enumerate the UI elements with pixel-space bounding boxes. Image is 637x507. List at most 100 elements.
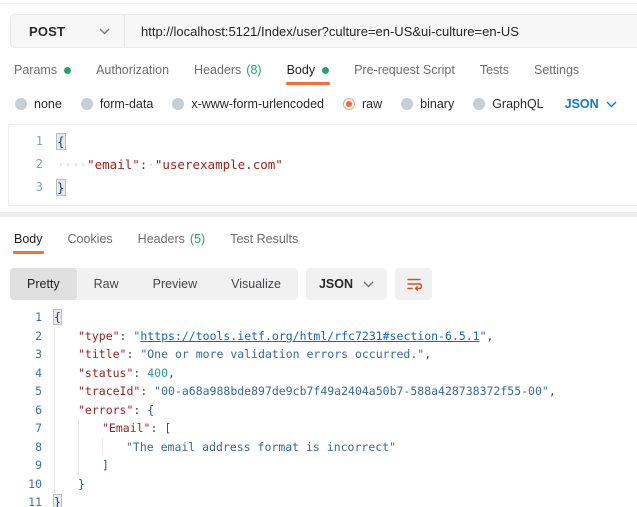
code-token: "The email address format is incorrect"	[126, 439, 397, 454]
view-pretty[interactable]: Pretty	[10, 268, 77, 300]
code-token: "errors"	[78, 402, 134, 417]
code-content: }	[57, 176, 65, 199]
response-view-switcher: Pretty Raw Preview Visualize	[10, 268, 298, 300]
mode-label: none	[34, 97, 62, 111]
request-body-editor[interactable]: 1{2 ····"email":·"userexample.com" 3}	[8, 124, 637, 206]
response-language-label: JSON	[318, 277, 353, 291]
indent-guide	[54, 363, 78, 382]
radio-icon	[401, 98, 414, 110]
mode-label: GraphQL	[492, 97, 544, 111]
line-number: 3	[35, 180, 43, 194]
method-dropdown[interactable]: POST	[11, 15, 124, 47]
mode-label: x-www-form-urlencoded	[191, 97, 324, 111]
raw-language-label: JSON	[564, 97, 599, 111]
mode-raw[interactable]: raw	[343, 97, 382, 111]
indent-guide	[54, 474, 78, 493]
response-language-dropdown[interactable]: JSON	[305, 268, 387, 300]
response-toolbar: Pretty Raw Preview Visualize JSON	[10, 268, 637, 300]
mode-x-www-form-urlencoded[interactable]: x-www-form-urlencoded	[172, 97, 324, 111]
tab-pre-request-script[interactable]: Pre-request Script	[354, 63, 455, 85]
code-line: 2 "type": "https://tools.ietf.org/html/rf…	[0, 326, 637, 345]
code-token: "status"	[78, 365, 134, 380]
code-content: "status": 400,	[54, 363, 175, 382]
response-body-viewer: 1{2 "type": "https://tools.ietf.org/html/…	[0, 308, 637, 507]
wrap-lines-button[interactable]	[395, 268, 432, 300]
indent-guide	[78, 456, 102, 475]
code-token: {	[54, 310, 61, 324]
indent-guide	[54, 419, 78, 438]
code-token: ····	[57, 157, 88, 172]
code-line: 8 "The email address format is incorrect"	[0, 437, 637, 456]
response-tab-cookies[interactable]: Cookies	[68, 232, 113, 254]
method-label: POST	[29, 23, 66, 39]
code-token: ,	[486, 328, 494, 343]
mode-label: form-data	[99, 97, 154, 111]
code-line: 1{	[9, 130, 637, 153]
code-content: "Email": [	[54, 419, 171, 438]
mode-binary[interactable]: binary	[401, 97, 454, 111]
code-token: :	[119, 328, 134, 343]
code-token: ,	[548, 384, 556, 398]
mode-none[interactable]: none	[15, 97, 62, 111]
code-content: {	[57, 130, 65, 153]
mode-label: binary	[420, 97, 455, 111]
code-line: 3}	[9, 176, 637, 199]
url-input[interactable]: http://localhost:5121/Index/user?culture…	[125, 15, 637, 47]
view-visualize[interactable]: Visualize	[214, 268, 298, 300]
code-token: ]	[102, 458, 109, 472]
code-token: "traceId"	[78, 384, 141, 398]
tab-label: Cookies	[67, 232, 113, 246]
code-token: {	[147, 402, 155, 417]
code-token: :	[140, 384, 155, 398]
view-preview[interactable]: Preview	[136, 268, 214, 300]
radio-icon	[343, 98, 355, 110]
chevron-down-icon	[606, 101, 617, 107]
radio-icon	[80, 98, 93, 110]
code-token: ,	[168, 365, 175, 380]
tab-label: Pre-request Script	[354, 63, 455, 77]
tab-body[interactable]: Body	[285, 63, 330, 85]
tab-label: Headers	[137, 232, 185, 246]
response-tab-test-results[interactable]: Test Results	[230, 232, 298, 254]
view-raw[interactable]: Raw	[77, 268, 136, 300]
radio-icon	[172, 98, 185, 110]
line-number: 5	[35, 384, 42, 398]
response-tab-body[interactable]: Body	[13, 232, 43, 254]
code-token: "userexample.com"	[154, 157, 283, 172]
line-number: 6	[35, 402, 42, 417]
indent-guide	[54, 456, 78, 475]
code-line: 1{	[0, 308, 637, 327]
code-content: "traceId": "00-a68a988bde897de9cb7f49a24…	[54, 382, 556, 401]
tab-count: (8)	[246, 63, 262, 77]
indent-guide	[54, 382, 78, 401]
response-tab-headers[interactable]: Headers (5)	[138, 232, 206, 254]
tab-params[interactable]: Params	[14, 63, 72, 85]
line-number: 2	[35, 157, 43, 171]
code-token: :	[133, 402, 148, 417]
line-number: 1	[35, 310, 42, 324]
code-token: 400	[147, 365, 169, 380]
code-line: 4 "status": 400,	[0, 363, 637, 382]
code-content: }	[54, 493, 61, 507]
mode-label: raw	[362, 97, 383, 111]
code-line: 10}	[0, 474, 637, 493]
mode-form-data[interactable]: form-data	[80, 97, 154, 111]
tab-authorization[interactable]: Authorization	[96, 63, 169, 85]
raw-language-dropdown[interactable]: JSON	[565, 97, 617, 111]
indent-guide	[102, 437, 126, 456]
code-token: "email"	[87, 157, 140, 172]
code-token: :	[150, 421, 165, 435]
tab-settings[interactable]: Settings	[534, 63, 579, 85]
code-token: "00-a68a988bde897de9cb7f49a2404a50b7-588…	[154, 384, 549, 398]
tab-tests[interactable]: Tests	[480, 63, 509, 85]
radio-icon	[15, 98, 27, 110]
code-content: "type": "https://tools.ietf.org/html/rfc…	[54, 326, 494, 345]
response-link[interactable]: https://tools.ietf.org/html/rfc7231#sect…	[140, 329, 479, 343]
tab-label: Test Results	[230, 232, 299, 246]
mode-graphql[interactable]: GraphQL	[473, 97, 544, 111]
tab-label: Settings	[534, 63, 580, 77]
code-token: [	[164, 421, 172, 435]
tab-headers[interactable]: Headers (8)	[194, 63, 262, 85]
indent-guide	[54, 345, 78, 364]
postman-window: POST http://localhost:5121/Index/user?cu…	[0, 0, 637, 507]
